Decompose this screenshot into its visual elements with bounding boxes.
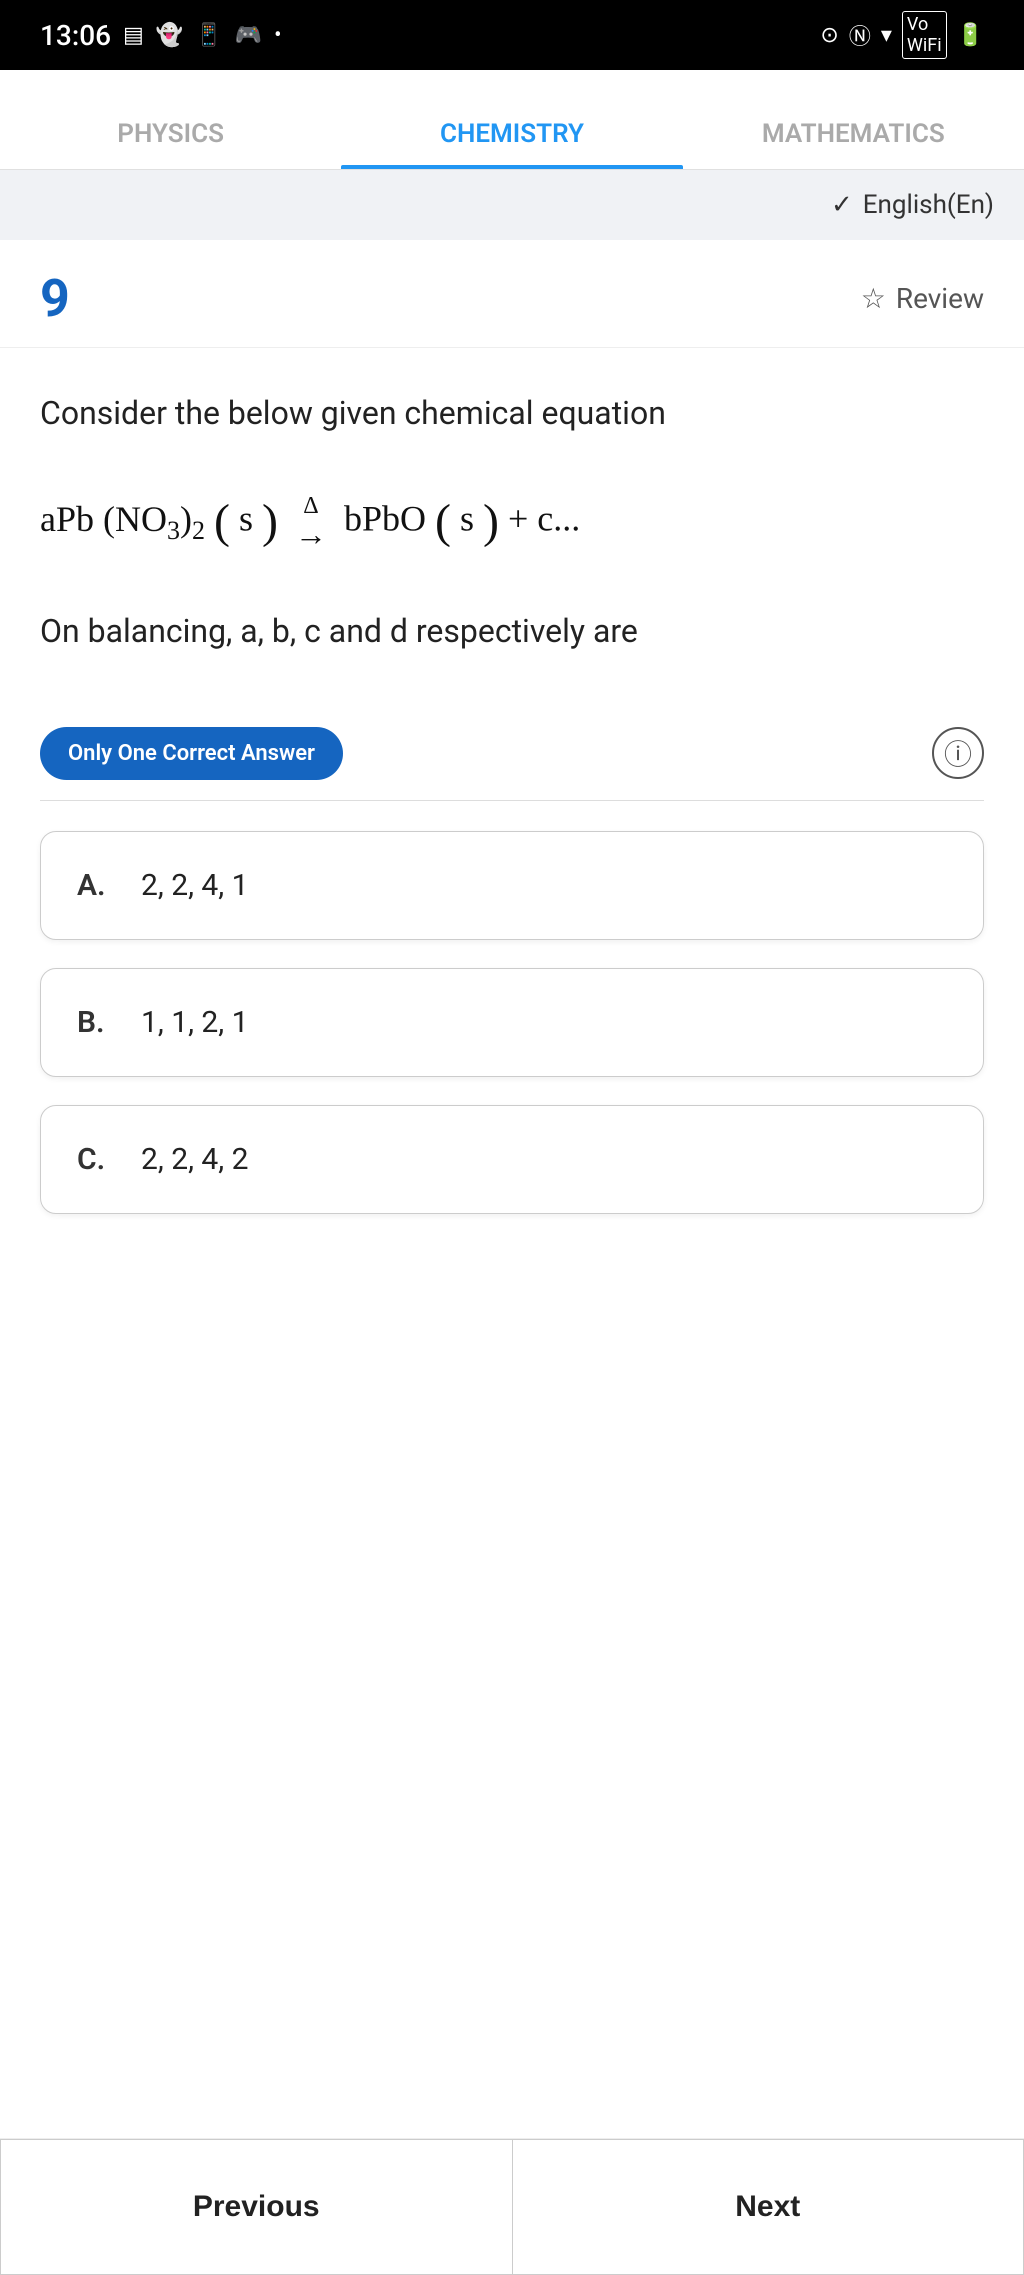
- tab-mathematics[interactable]: MATHEMATICS: [683, 119, 1024, 169]
- option-b[interactable]: B. 1, 1, 2, 1: [40, 968, 984, 1077]
- checkmark-icon: ✓: [831, 190, 853, 220]
- option-a-value: 2, 2, 4, 1: [141, 868, 248, 903]
- star-icon: ☆: [861, 282, 886, 315]
- option-c-label: C.: [77, 1142, 117, 1177]
- answer-type-row: Only One Correct Answer ⓘ: [0, 727, 1024, 800]
- question-content: Consider the below given chemical equati…: [0, 348, 1024, 727]
- status-icon-wifi: VoWiFi: [902, 11, 947, 59]
- nav-buttons: Previous Next: [0, 2138, 1024, 2275]
- status-right: ⊙ Ⓝ ▾ VoWiFi 🔋: [820, 11, 984, 59]
- option-b-value: 1, 1, 2, 1: [141, 1005, 248, 1040]
- language-bar: ✓ English(En): [0, 170, 1024, 240]
- status-bar: 13:06 ▤ 👻 📱 🎮 • ⊙ Ⓝ ▾ VoWiFi 🔋: [0, 0, 1024, 70]
- question-number: 9: [40, 268, 70, 329]
- info-icon: ⓘ: [944, 733, 972, 773]
- status-icon-wa: 📱: [195, 23, 222, 48]
- status-icon-battery: 🔋: [957, 23, 984, 48]
- option-b-label: B.: [77, 1005, 117, 1040]
- answer-type-badge: Only One Correct Answer: [40, 727, 343, 780]
- status-time: 13:06: [40, 19, 111, 52]
- option-c-value: 2, 2, 4, 2: [141, 1142, 248, 1177]
- question-header: 9 ☆ Review: [0, 240, 1024, 348]
- status-icon-signal: ▾: [881, 23, 892, 48]
- previous-button[interactable]: Previous: [0, 2139, 512, 2275]
- status-icon-doc: ▤: [123, 23, 144, 48]
- options-list: A. 2, 2, 4, 1 B. 1, 1, 2, 1 C. 2, 2, 4, …: [0, 801, 1024, 1244]
- tab-physics[interactable]: PHYSICS: [0, 119, 341, 169]
- status-icon-clock: ⊙: [820, 23, 838, 48]
- info-button[interactable]: ⓘ: [932, 727, 984, 779]
- status-icon-game: 🎮: [235, 23, 262, 48]
- language-selector[interactable]: ✓ English(En): [831, 190, 994, 220]
- option-c[interactable]: C. 2, 2, 4, 2: [40, 1105, 984, 1214]
- status-left: 13:06 ▤ 👻 📱 🎮 •: [40, 19, 282, 52]
- question-text: Consider the below given chemical equati…: [40, 388, 984, 439]
- status-icon-dot: •: [274, 23, 281, 48]
- tab-chemistry[interactable]: CHEMISTRY: [341, 119, 682, 169]
- option-a[interactable]: A. 2, 2, 4, 1: [40, 831, 984, 940]
- chemical-equation: aPb (NO3)2 ( s ) Δ → bPbO ( s ) + c...: [40, 479, 984, 565]
- next-button[interactable]: Next: [512, 2139, 1024, 2275]
- review-button[interactable]: ☆ Review: [861, 282, 984, 315]
- option-a-label: A.: [77, 868, 117, 903]
- language-label: English(En): [863, 190, 994, 220]
- status-icon-n: Ⓝ: [849, 19, 871, 51]
- review-label: Review: [896, 282, 984, 315]
- balancing-text: On balancing, a, b, c and d respectively…: [40, 606, 984, 657]
- status-icon-snap: 👻: [156, 23, 183, 48]
- tab-bar: PHYSICS CHEMISTRY MATHEMATICS: [0, 70, 1024, 170]
